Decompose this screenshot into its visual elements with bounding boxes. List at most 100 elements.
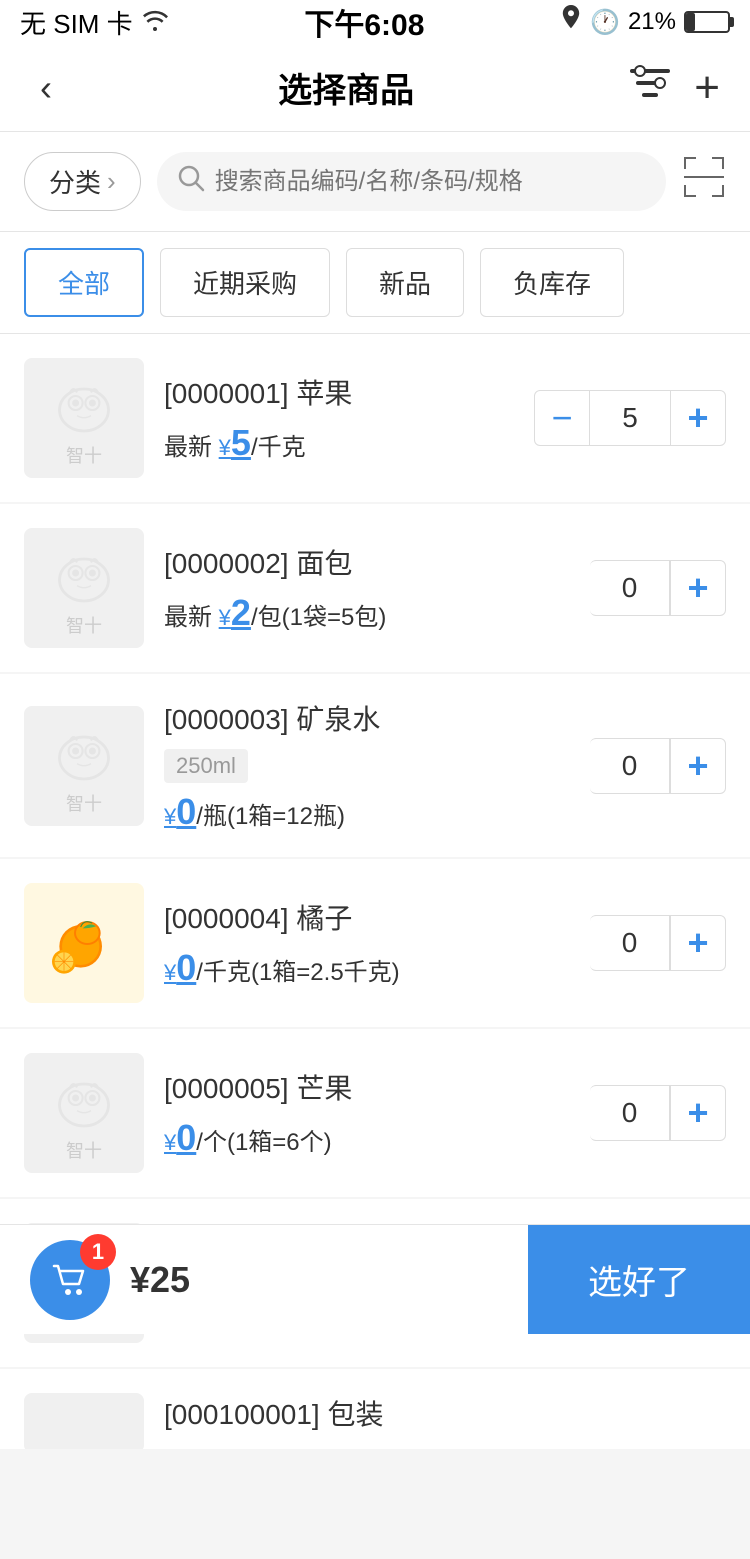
product-price: ¥0/个(1箱=6个) xyxy=(164,1117,570,1159)
price-amount: 0 xyxy=(176,947,196,988)
product-thumbnail: 智十 xyxy=(24,706,144,826)
battery-percent: 21% xyxy=(628,8,676,36)
quantity-input[interactable] xyxy=(590,915,670,971)
alarm-icon: 🕐 xyxy=(590,8,620,37)
logo-text: 智十 xyxy=(66,442,102,468)
search-row: 分类 › xyxy=(0,132,750,232)
product-name: [0000002] 面包 xyxy=(164,542,570,582)
cart-button[interactable]: 1 xyxy=(30,1240,110,1320)
quantity-control: + xyxy=(590,560,726,616)
price-unit: ¥ xyxy=(164,1130,176,1155)
quantity-control: − + xyxy=(534,390,726,446)
search-bar xyxy=(157,152,666,211)
product-thumbnail xyxy=(24,1393,144,1449)
price-amount: 5 xyxy=(231,422,251,463)
cart-total: ¥25 xyxy=(130,1259,190,1301)
category-button[interactable]: 分类 › xyxy=(24,152,141,211)
product-item: 智十 [0000002] 面包 最新 ¥2/包(1袋=5包) + xyxy=(0,504,750,672)
filter-icon[interactable] xyxy=(630,65,670,110)
battery-icon xyxy=(684,11,730,33)
carrier-label: 无 SIM 卡 xyxy=(20,4,133,41)
tab-recent[interactable]: 近期采购 xyxy=(160,248,330,317)
product-name: [0000003] 矿泉水 xyxy=(164,698,570,738)
category-chevron-icon: › xyxy=(107,166,116,197)
search-input[interactable] xyxy=(215,168,646,196)
cart-section: 1 ¥25 xyxy=(0,1240,528,1320)
product-item: 智十 [0000003] 矿泉水 250ml ¥0/瓶(1箱=12瓶) + xyxy=(0,674,750,857)
quantity-input[interactable] xyxy=(590,390,670,446)
increase-button[interactable]: + xyxy=(670,915,726,971)
search-icon xyxy=(177,164,205,199)
tab-new[interactable]: 新品 xyxy=(346,248,464,317)
decrease-button[interactable]: − xyxy=(534,390,590,446)
bottom-bar: 1 ¥25 选好了 xyxy=(0,1224,750,1334)
product-item-partial: [000100001] 包装 xyxy=(0,1369,750,1449)
tab-negative[interactable]: 负库存 xyxy=(480,248,624,317)
tab-all[interactable]: 全部 xyxy=(24,248,144,317)
quantity-control: + xyxy=(590,738,726,794)
product-info: [0000002] 面包 最新 ¥2/包(1袋=5包) xyxy=(164,542,570,634)
product-thumbnail: 智十 xyxy=(24,528,144,648)
product-price: ¥0/瓶(1箱=12瓶) xyxy=(164,791,570,833)
price-suffix: /瓶(1箱=12瓶) xyxy=(196,803,345,830)
product-price: ¥0/千克(1箱=2.5千克) xyxy=(164,947,570,989)
product-price: 最新 ¥2/包(1袋=5包) xyxy=(164,592,570,634)
increase-button[interactable]: + xyxy=(670,390,726,446)
product-item: 智十 [0000001] 苹果 最新 ¥5/千克 − + xyxy=(0,334,750,502)
price-amount: 0 xyxy=(176,1117,196,1158)
product-info: [0000005] 芒果 ¥0/个(1箱=6个) xyxy=(164,1067,570,1159)
product-name: [0000001] 苹果 xyxy=(164,372,514,412)
price-suffix: /千克(1箱=2.5千克) xyxy=(196,959,399,986)
product-spec: 250ml xyxy=(164,749,248,783)
price-amount: 2 xyxy=(231,592,251,633)
quantity-input[interactable] xyxy=(590,1085,670,1141)
product-item: [0000004] 橘子 ¥0/千克(1箱=2.5千克) + xyxy=(0,859,750,1027)
price-unit: ¥ xyxy=(219,605,231,630)
logo-text: 智十 xyxy=(66,612,102,638)
add-product-icon[interactable]: + xyxy=(694,63,720,113)
confirm-button[interactable]: 选好了 xyxy=(528,1225,750,1334)
category-label: 分类 xyxy=(49,163,101,200)
product-info: [0000003] 矿泉水 250ml ¥0/瓶(1箱=12瓶) xyxy=(164,698,570,833)
location-icon xyxy=(560,5,582,40)
product-info: [0000001] 苹果 最新 ¥5/千克 xyxy=(164,372,514,464)
quantity-input[interactable] xyxy=(590,560,670,616)
product-info: [000100001] 包装 xyxy=(164,1393,726,1443)
tabs-row: 全部 近期采购 新品 负库存 xyxy=(0,232,750,334)
status-left: 无 SIM 卡 xyxy=(20,4,169,41)
logo-text: 智十 xyxy=(66,790,102,816)
status-bar: 无 SIM 卡 下午6:08 🕐 21% xyxy=(0,0,750,44)
product-item: 智十 [0000005] 芒果 ¥0/个(1箱=6个) + xyxy=(0,1029,750,1197)
scan-icon[interactable] xyxy=(682,155,726,208)
product-info: [0000004] 橘子 ¥0/千克(1箱=2.5千克) xyxy=(164,897,570,989)
cart-badge: 1 xyxy=(80,1234,116,1270)
product-thumbnail xyxy=(24,883,144,1003)
product-thumbnail: 智十 xyxy=(24,358,144,478)
product-name: [0000004] 橘子 xyxy=(164,897,570,937)
nav-actions: + xyxy=(630,63,720,113)
price-amount: 0 xyxy=(176,791,196,832)
nav-bar: ‹ 选择商品 + xyxy=(0,44,750,132)
page-title: 选择商品 xyxy=(278,63,414,112)
product-thumbnail: 智十 xyxy=(24,1053,144,1173)
wifi-icon xyxy=(141,7,169,38)
product-name: [000100001] 包装 xyxy=(164,1393,726,1433)
price-label: 最新 xyxy=(164,604,212,631)
price-label: 最新 xyxy=(164,434,212,461)
price-unit: ¥ xyxy=(164,960,176,985)
quantity-control: + xyxy=(590,915,726,971)
status-right: 🕐 21% xyxy=(560,5,730,40)
back-button[interactable]: ‹ xyxy=(30,57,62,119)
increase-button[interactable]: + xyxy=(670,738,726,794)
logo-text: 智十 xyxy=(66,1137,102,1163)
quantity-control: + xyxy=(590,1085,726,1141)
price-unit: ¥ xyxy=(164,804,176,829)
product-price: 最新 ¥5/千克 xyxy=(164,422,514,464)
price-suffix: /包(1袋=5包) xyxy=(251,604,386,631)
price-suffix: /个(1箱=6个) xyxy=(196,1129,331,1156)
increase-button[interactable]: + xyxy=(670,560,726,616)
quantity-input[interactable] xyxy=(590,738,670,794)
increase-button[interactable]: + xyxy=(670,1085,726,1141)
product-name: [0000005] 芒果 xyxy=(164,1067,570,1107)
status-time: 下午6:08 xyxy=(304,0,424,44)
